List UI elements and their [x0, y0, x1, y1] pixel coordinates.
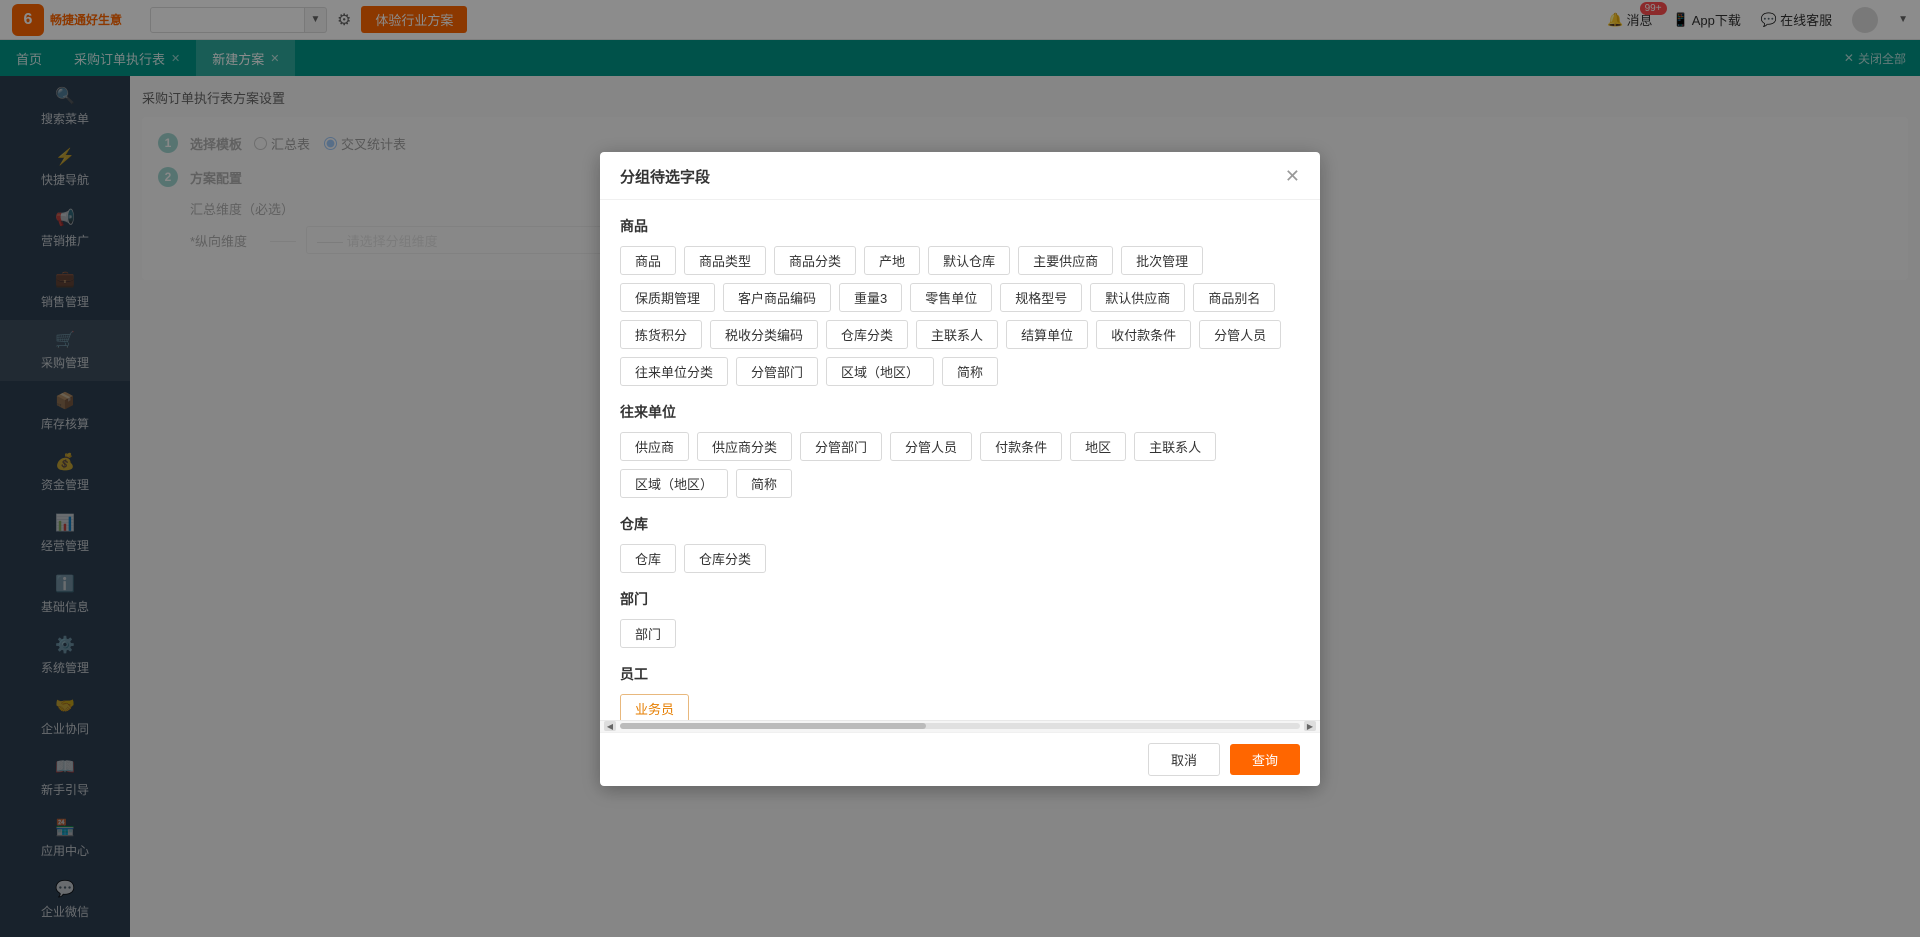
field-chip[interactable]: 分管人员 [1199, 320, 1281, 349]
h-scroll-thumb[interactable] [620, 723, 926, 729]
section-partner: 往来单位 供应商 供应商分类 分管部门 分管人员 付款条件 地区 主联系人 区域… [620, 402, 1300, 498]
field-chip[interactable]: 部门 [620, 619, 676, 648]
product-fields: 商品 商品类型 商品分类 产地 默认仓库 主要供应商 批次管理 保质期管理 客户… [620, 246, 1300, 386]
field-chip[interactable]: 商品类型 [684, 246, 766, 275]
field-chip[interactable]: 税收分类编码 [710, 320, 818, 349]
section-dept: 部门 部门 [620, 589, 1300, 648]
field-chip[interactable]: 分管部门 [736, 357, 818, 386]
warehouse-fields: 仓库 仓库分类 [620, 544, 1300, 573]
field-chip[interactable]: 客户商品编码 [723, 283, 831, 312]
section-product-title: 商品 [620, 216, 1300, 236]
modal: 分组待选字段 ✕ 商品 商品 商品类型 商品分类 产地 默认仓库 主要供应商 批… [600, 152, 1320, 786]
field-chip[interactable]: 商品 [620, 246, 676, 275]
field-chip[interactable]: 结算单位 [1006, 320, 1088, 349]
field-chip[interactable]: 主要供应商 [1018, 246, 1113, 275]
field-chip[interactable]: 商品别名 [1193, 283, 1275, 312]
field-chip[interactable]: 保质期管理 [620, 283, 715, 312]
field-chip[interactable]: 区域（地区） [620, 469, 728, 498]
section-product: 商品 商品 商品类型 商品分类 产地 默认仓库 主要供应商 批次管理 保质期管理… [620, 216, 1300, 386]
field-chip[interactable]: 收付款条件 [1096, 320, 1191, 349]
section-partner-title: 往来单位 [620, 402, 1300, 422]
modal-title: 分组待选字段 [620, 166, 710, 187]
section-employee-title: 员工 [620, 664, 1300, 684]
field-chip[interactable]: 默认供应商 [1090, 283, 1185, 312]
field-chip[interactable]: 供应商分类 [697, 432, 792, 461]
field-chip[interactable]: 仓库分类 [684, 544, 766, 573]
field-chip[interactable]: 简称 [942, 357, 998, 386]
field-chip[interactable]: 产地 [864, 246, 920, 275]
h-scroll-left-btn[interactable]: ◀ [604, 721, 616, 731]
field-chip[interactable]: 简称 [736, 469, 792, 498]
section-warehouse-title: 仓库 [620, 514, 1300, 534]
field-chip[interactable]: 仓库分类 [826, 320, 908, 349]
field-chip[interactable]: 商品分类 [774, 246, 856, 275]
modal-h-scrollbar: ◀ ▶ [600, 720, 1320, 732]
field-chip[interactable]: 仓库 [620, 544, 676, 573]
field-chip[interactable]: 供应商 [620, 432, 689, 461]
field-chip[interactable]: 默认仓库 [928, 246, 1010, 275]
field-chip[interactable]: 拣货积分 [620, 320, 702, 349]
field-chip[interactable]: 主联系人 [916, 320, 998, 349]
field-chip[interactable]: 批次管理 [1121, 246, 1203, 275]
field-chip[interactable]: 往来单位分类 [620, 357, 728, 386]
partner-fields: 供应商 供应商分类 分管部门 分管人员 付款条件 地区 主联系人 区域（地区） … [620, 432, 1300, 498]
section-employee: 员工 业务员 [620, 664, 1300, 720]
employee-fields: 业务员 [620, 694, 1300, 720]
confirm-button[interactable]: 查询 [1230, 744, 1300, 775]
field-chip[interactable]: 规格型号 [1000, 283, 1082, 312]
field-chip[interactable]: 零售单位 [910, 283, 992, 312]
modal-footer: 取消 查询 [600, 732, 1320, 786]
modal-header: 分组待选字段 ✕ [600, 152, 1320, 200]
cancel-button[interactable]: 取消 [1148, 743, 1220, 776]
field-chip[interactable]: 地区 [1070, 432, 1126, 461]
field-chip[interactable]: 付款条件 [980, 432, 1062, 461]
field-chip[interactable]: 重量3 [839, 283, 902, 312]
section-warehouse: 仓库 仓库 仓库分类 [620, 514, 1300, 573]
h-scroll-right-btn[interactable]: ▶ [1304, 721, 1316, 731]
dept-fields: 部门 [620, 619, 1300, 648]
field-chip[interactable]: 区域（地区） [826, 357, 934, 386]
field-chip-employee[interactable]: 业务员 [620, 694, 689, 720]
field-chip[interactable]: 主联系人 [1134, 432, 1216, 461]
field-chip[interactable]: 分管人员 [890, 432, 972, 461]
modal-close-icon[interactable]: ✕ [1285, 166, 1300, 187]
field-chip[interactable]: 分管部门 [800, 432, 882, 461]
h-scroll-track [620, 723, 1300, 729]
section-dept-title: 部门 [620, 589, 1300, 609]
modal-body: 商品 商品 商品类型 商品分类 产地 默认仓库 主要供应商 批次管理 保质期管理… [600, 200, 1320, 720]
modal-overlay: 分组待选字段 ✕ 商品 商品 商品类型 商品分类 产地 默认仓库 主要供应商 批… [0, 0, 1920, 937]
